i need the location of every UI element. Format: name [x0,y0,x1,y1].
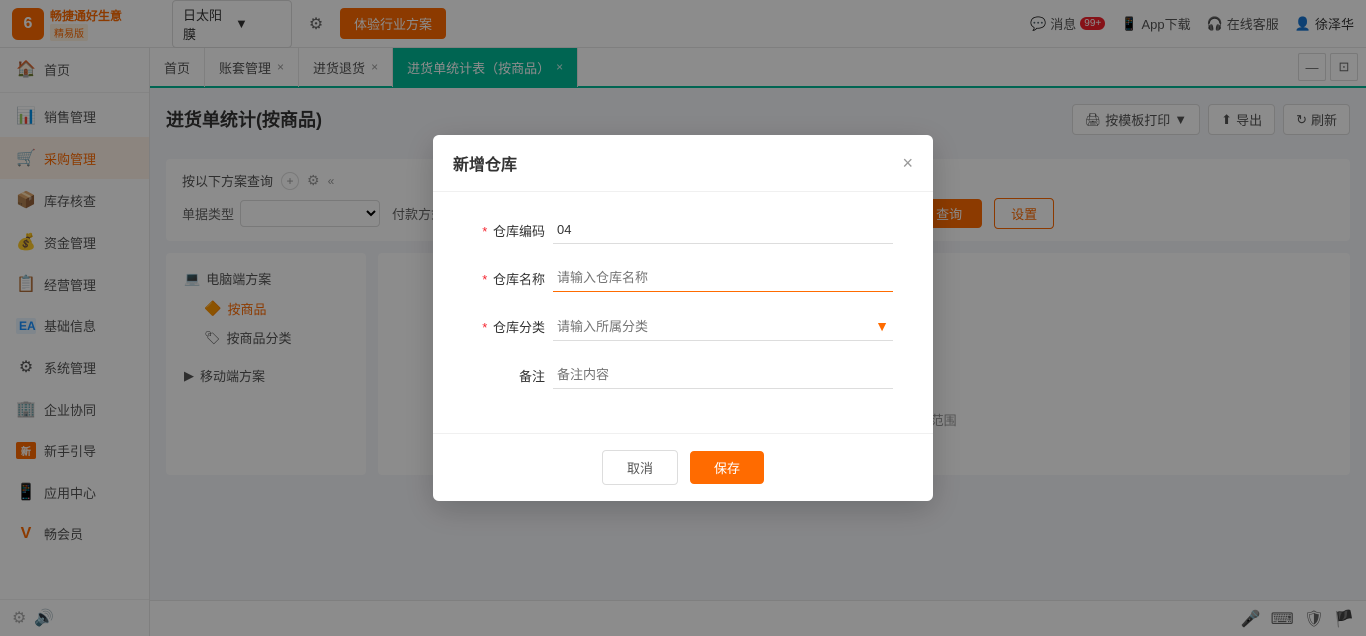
warehouse-note-row: 备注 [473,361,893,389]
add-warehouse-modal: 新增仓库 × * 仓库编码 * 仓库名称 [433,135,933,501]
modal-footer: 取消 保存 [433,433,933,501]
warehouse-name-label: * 仓库名称 [473,269,553,288]
warehouse-category-label: * 仓库分类 [473,317,553,336]
warehouse-note-input[interactable] [553,361,893,389]
warehouse-code-row: * 仓库编码 [473,216,893,244]
cancel-button[interactable]: 取消 [602,450,678,485]
modal-overlay[interactable]: 新增仓库 × * 仓库编码 * 仓库名称 [0,0,1366,636]
modal-title: 新增仓库 [453,151,517,175]
modal-header: 新增仓库 × [433,135,933,192]
required-star-1: * [482,224,487,239]
warehouse-code-input[interactable] [553,216,893,244]
required-star-2: * [482,272,487,287]
warehouse-category-input[interactable] [557,319,875,334]
warehouse-name-input[interactable] [553,264,893,292]
warehouse-code-label: * 仓库编码 [473,221,553,240]
warehouse-category-row: * 仓库分类 ▼ [473,312,893,341]
save-button[interactable]: 保存 [690,451,764,484]
warehouse-category-select-wrap[interactable]: ▼ [553,312,893,341]
warehouse-note-label: 备注 [473,366,553,385]
modal-close-icon[interactable]: × [902,154,913,172]
warehouse-name-row: * 仓库名称 [473,264,893,292]
required-star-3: * [482,320,487,335]
modal-body: * 仓库编码 * 仓库名称 * 仓库分类 [433,192,933,433]
chevron-down-orange-icon: ▼ [875,318,889,334]
